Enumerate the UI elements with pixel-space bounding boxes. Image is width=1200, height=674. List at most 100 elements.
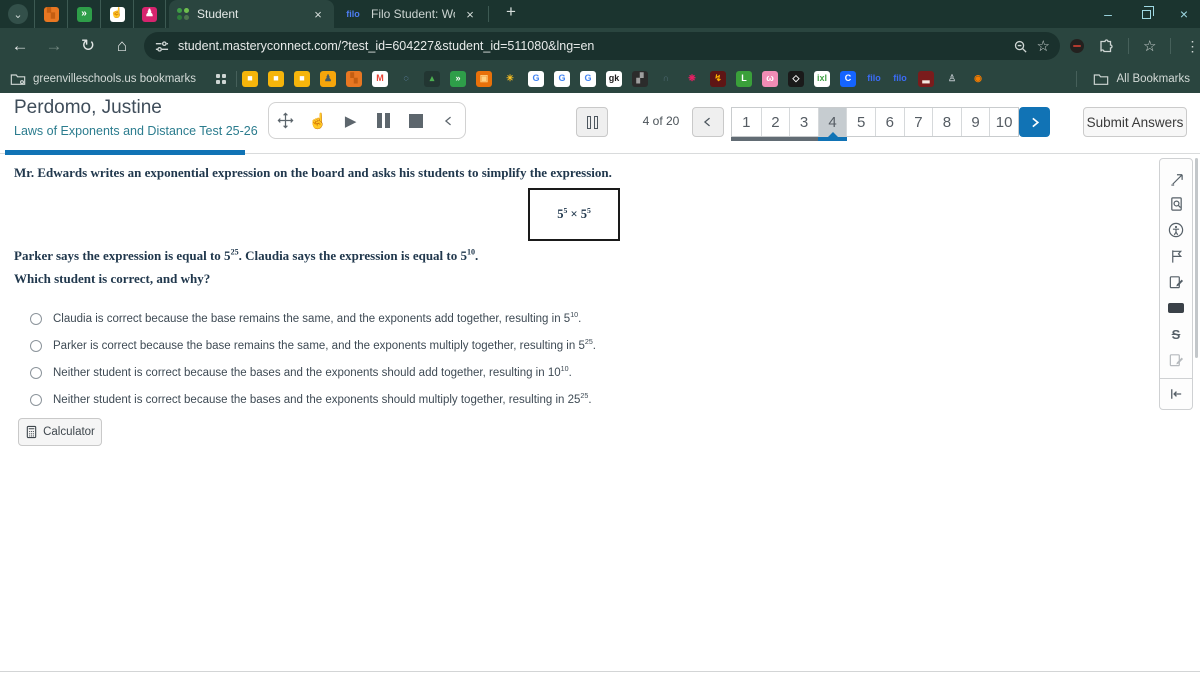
line-reader-icon[interactable] bbox=[1160, 295, 1192, 321]
tab-student[interactable]: Student × bbox=[169, 0, 334, 28]
bookmark-favicon: ◇ bbox=[788, 70, 804, 87]
bookmark-item[interactable]: G bbox=[523, 64, 549, 93]
bookmark-item[interactable]: C bbox=[835, 64, 861, 93]
tab-close-icon[interactable]: × bbox=[462, 6, 478, 22]
page-number-button[interactable]: 5 bbox=[846, 108, 875, 136]
bookmark-favicon: C bbox=[840, 70, 856, 87]
radio-button[interactable] bbox=[30, 393, 42, 406]
tab-filo[interactable]: filo Filo Student: World's Only Live × bbox=[334, 0, 486, 28]
collapse-sidebar-button[interactable] bbox=[1159, 378, 1193, 410]
sparkle-star-icon[interactable]: ☆ bbox=[1143, 37, 1156, 55]
radio-button[interactable] bbox=[30, 366, 42, 379]
address-bar[interactable]: student.masteryconnect.com/?test_id=6042… bbox=[144, 32, 1060, 60]
submit-answers-button[interactable]: Submit Answers bbox=[1083, 107, 1187, 137]
bookmark-star-icon[interactable]: ☆ bbox=[1037, 37, 1050, 55]
bookmark-item[interactable]: gk bbox=[601, 64, 627, 93]
page-number-button[interactable]: 8 bbox=[932, 108, 961, 136]
close-window-button[interactable]: × bbox=[1176, 6, 1192, 22]
bookmark-item[interactable]: ♟ bbox=[315, 64, 341, 93]
chevron-left-icon[interactable] bbox=[437, 109, 461, 133]
bookmark-item[interactable]: ▚ bbox=[341, 64, 367, 93]
expression-text: 55 × 55 bbox=[557, 205, 591, 221]
extensions-puzzle-icon[interactable] bbox=[1098, 38, 1114, 54]
tune-icon[interactable] bbox=[154, 39, 169, 54]
chevron-down-icon: ⌄ bbox=[13, 8, 23, 21]
bookmark-item[interactable]: M bbox=[367, 64, 393, 93]
pinned-tab[interactable]: ☝ bbox=[100, 0, 133, 28]
extension-agent-icon[interactable] bbox=[1070, 39, 1084, 53]
page-number-button[interactable]: 4 bbox=[817, 108, 847, 141]
pause-icon[interactable] bbox=[371, 109, 395, 133]
home-button[interactable]: ⌂ bbox=[108, 32, 136, 60]
bookmark-favicon: filo bbox=[867, 73, 881, 83]
page-number-button[interactable]: 7 bbox=[903, 108, 933, 136]
page-number-button[interactable]: 1 bbox=[731, 108, 762, 141]
bookmark-item[interactable]: ♙ bbox=[939, 64, 965, 93]
radio-button[interactable] bbox=[30, 339, 42, 352]
zoom-icon[interactable] bbox=[1013, 39, 1028, 54]
radio-button[interactable] bbox=[30, 312, 42, 325]
pinned-tab[interactable]: ▚ bbox=[34, 0, 67, 28]
restore-button[interactable] bbox=[1138, 6, 1154, 22]
bookmark-item[interactable]: ▴ bbox=[419, 64, 445, 93]
new-tab-button[interactable]: + bbox=[499, 0, 523, 24]
answer-eliminator-icon[interactable]: S bbox=[1160, 321, 1192, 347]
flag-icon[interactable] bbox=[1160, 243, 1192, 269]
managed-bookmarks-label[interactable]: greenvilleschools.us bookmarks bbox=[33, 73, 196, 85]
answer-option-row: Neither student is correct because the b… bbox=[30, 359, 930, 386]
previous-question-button[interactable] bbox=[692, 107, 724, 137]
browser-menu-icon[interactable]: ⋮ bbox=[1185, 38, 1199, 55]
bookmark-item[interactable]: G bbox=[549, 64, 575, 93]
bookmark-item[interactable]: ▂ bbox=[913, 64, 939, 93]
page-number-button[interactable]: 9 bbox=[960, 108, 990, 136]
page-number-button[interactable]: 2 bbox=[760, 108, 790, 141]
bookmark-item[interactable]: L bbox=[731, 64, 757, 93]
forward-button[interactable]: → bbox=[40, 32, 68, 60]
bookmark-item[interactable]: ∩ bbox=[653, 64, 679, 93]
bookmark-item[interactable]: ◇ bbox=[783, 64, 809, 93]
url-text: student.masteryconnect.com/?test_id=6042… bbox=[178, 39, 595, 53]
bookmarks-divider bbox=[1075, 70, 1077, 87]
managed-bookmarks-folder-icon[interactable] bbox=[10, 72, 26, 86]
scratchpad-icon[interactable] bbox=[1160, 269, 1192, 295]
all-bookmarks[interactable]: All Bookmarks bbox=[1075, 64, 1190, 93]
bookmark-item[interactable]: » bbox=[445, 64, 471, 93]
apps-grid-icon[interactable] bbox=[216, 73, 226, 84]
reload-button[interactable]: ↻ bbox=[74, 32, 102, 60]
stop-icon[interactable] bbox=[404, 109, 428, 133]
bookmark-item[interactable]: ixl bbox=[809, 64, 835, 93]
page-number-button[interactable]: 10 bbox=[989, 108, 1018, 136]
calculator-button[interactable]: Calculator bbox=[18, 418, 102, 446]
zoom-preview-icon[interactable] bbox=[1160, 191, 1192, 217]
page-number-button[interactable]: 3 bbox=[789, 108, 819, 141]
bookmark-item[interactable]: filo bbox=[887, 64, 913, 93]
bookmark-item[interactable]: ❋ bbox=[679, 64, 705, 93]
back-button[interactable]: ← bbox=[6, 32, 34, 60]
bookmark-item[interactable]: ↯ bbox=[705, 64, 731, 93]
minimize-button[interactable]: – bbox=[1100, 6, 1116, 22]
fullscreen-icon[interactable] bbox=[1160, 165, 1192, 191]
page-number-button[interactable]: 6 bbox=[874, 108, 904, 136]
move-icon[interactable] bbox=[273, 109, 297, 133]
bookmark-item[interactable]: ◌ bbox=[393, 64, 419, 93]
next-question-button[interactable] bbox=[1019, 107, 1050, 137]
accessibility-icon[interactable] bbox=[1160, 217, 1192, 243]
bookmark-item[interactable]: ■ bbox=[237, 64, 263, 93]
tab-close-icon[interactable]: × bbox=[310, 6, 326, 22]
bookmark-item[interactable]: ▞ bbox=[627, 64, 653, 93]
bookmark-item[interactable]: ■ bbox=[289, 64, 315, 93]
tab-search-button[interactable]: ⌄ bbox=[8, 4, 28, 24]
pinned-tab[interactable]: ♟ bbox=[133, 0, 166, 28]
bookmark-item[interactable]: ✳ bbox=[497, 64, 523, 93]
bookmark-item[interactable]: ◉ bbox=[965, 64, 991, 93]
bookmark-item[interactable]: ω bbox=[757, 64, 783, 93]
pointer-finger-icon[interactable]: ☝ bbox=[306, 109, 330, 133]
bookmark-item[interactable]: ▣ bbox=[471, 64, 497, 93]
bookmark-item[interactable]: filo bbox=[861, 64, 887, 93]
scrollbar[interactable] bbox=[1195, 158, 1198, 358]
bookmark-item[interactable]: ■ bbox=[263, 64, 289, 93]
bookmark-item[interactable]: G bbox=[575, 64, 601, 93]
play-icon[interactable]: ▶ bbox=[339, 109, 363, 133]
pinned-tab[interactable]: » bbox=[67, 0, 100, 28]
pause-test-button[interactable] bbox=[576, 107, 608, 137]
